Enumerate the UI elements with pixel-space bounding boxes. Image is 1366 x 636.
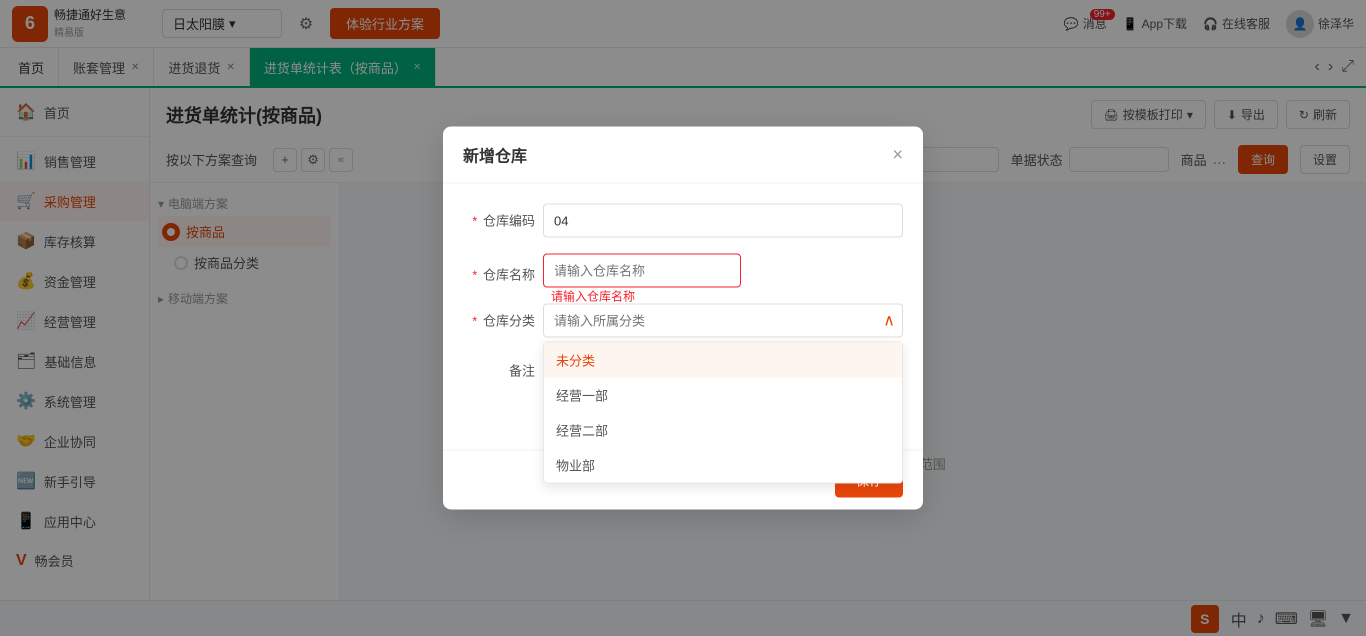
code-field-row: * 仓库编码 xyxy=(463,204,903,238)
notes-label: 备注 xyxy=(463,354,543,380)
name-label: * 仓库名称 xyxy=(463,258,543,284)
category-select-wrap: ∧ 未分类 经营一部 经营二部 物业部 xyxy=(543,304,903,338)
name-input[interactable] xyxy=(543,254,741,288)
name-required-star: * xyxy=(472,268,477,283)
code-input[interactable] xyxy=(543,204,903,238)
name-error-message: 请输入仓库名称 xyxy=(551,288,635,305)
modal-close-button[interactable]: × xyxy=(892,146,903,164)
add-warehouse-modal: 新增仓库 × * 仓库编码 * 仓库名称 请输入仓库名称 xyxy=(443,127,923,510)
modal-title: 新增仓库 xyxy=(463,143,527,167)
category-required-star: * xyxy=(472,314,477,329)
code-label: * 仓库编码 xyxy=(463,204,543,230)
category-field-row: * 仓库分类 ∧ 未分类 经营一部 经营二部 物业部 xyxy=(463,304,903,338)
modal-header: 新增仓库 × xyxy=(443,127,923,184)
modal-body: * 仓库编码 * 仓库名称 请输入仓库名称 * 仓库分类 xyxy=(443,184,923,450)
code-required-star: * xyxy=(472,214,477,229)
name-field-row: * 仓库名称 请输入仓库名称 xyxy=(463,254,903,288)
category-input[interactable] xyxy=(543,304,903,338)
dropdown-item-dept1[interactable]: 经营一部 xyxy=(544,378,902,413)
dropdown-item-property[interactable]: 物业部 xyxy=(544,448,902,483)
category-label: * 仓库分类 xyxy=(463,304,543,330)
dropdown-item-uncategorized[interactable]: 未分类 xyxy=(544,343,902,378)
dropdown-item-dept2[interactable]: 经营二部 xyxy=(544,413,902,448)
category-dropdown: 未分类 经营一部 经营二部 物业部 xyxy=(543,342,903,484)
